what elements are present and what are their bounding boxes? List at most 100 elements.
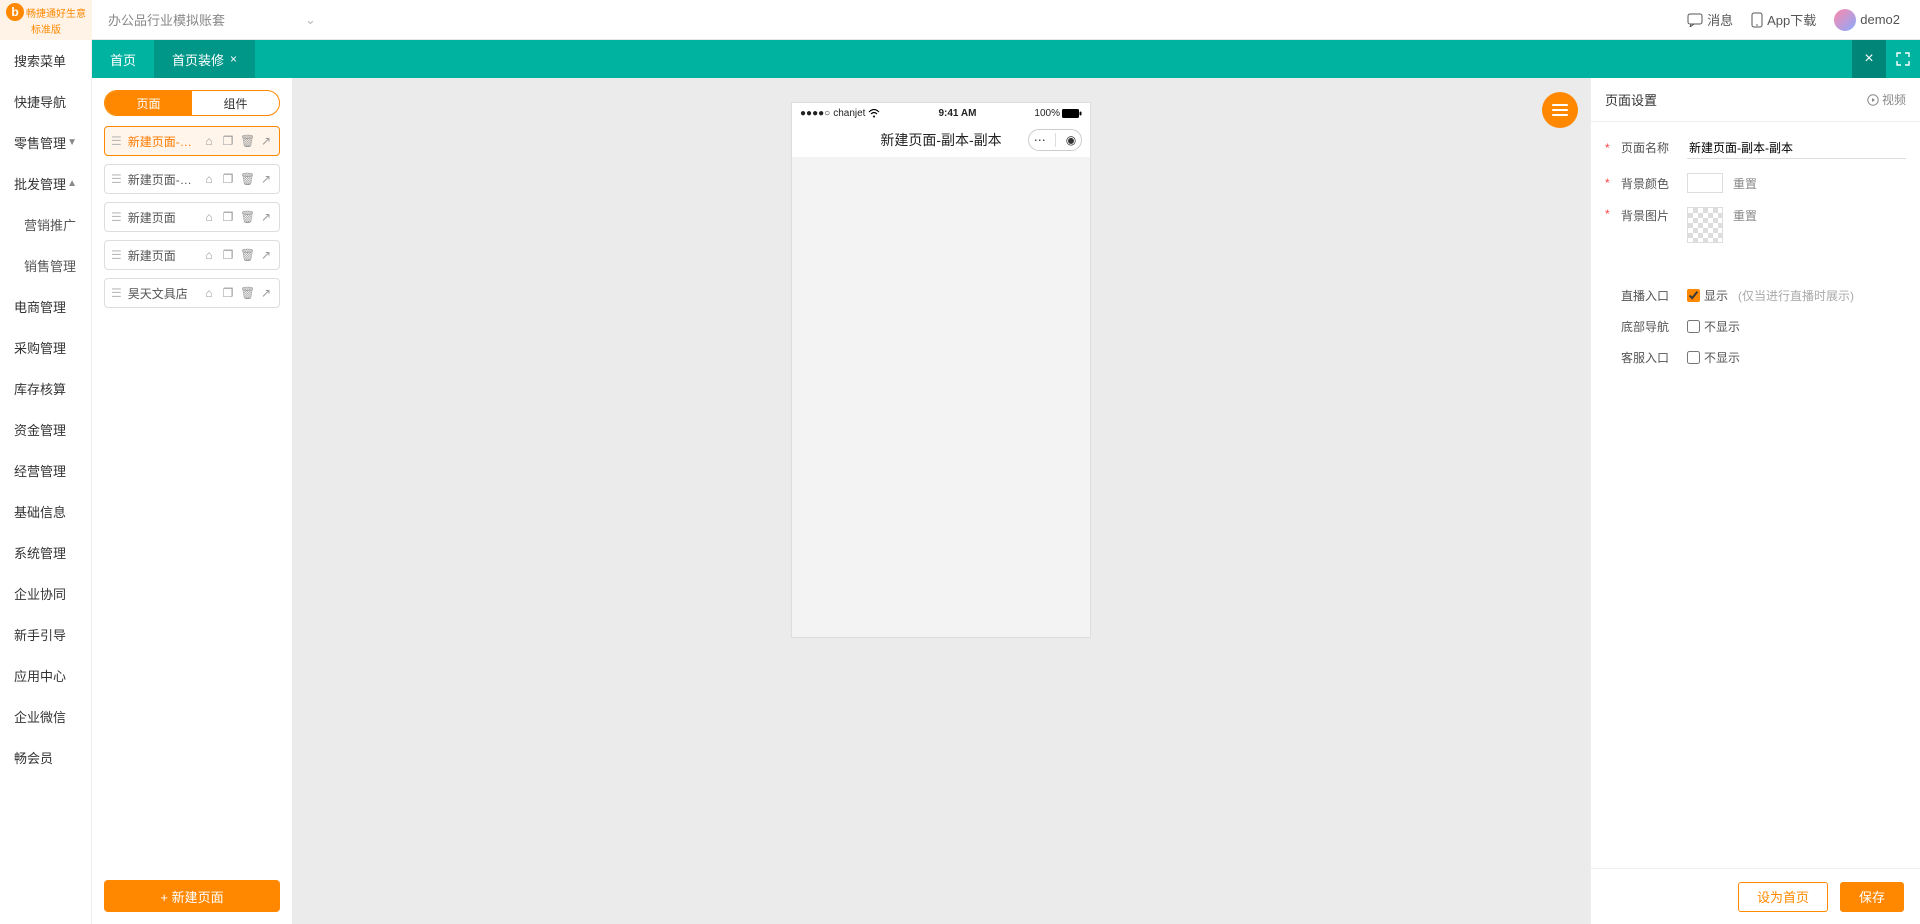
settings-panel: 页面设置 视频 * 页面名称 * 背景颜色 重置 * 背景图片 重 — [1590, 78, 1920, 924]
copy-icon[interactable]: ❐ — [221, 134, 235, 148]
tab-close-all[interactable]: × — [1852, 40, 1886, 78]
seg-tab-component[interactable]: 组件 — [192, 91, 279, 115]
copy-icon[interactable]: ❐ — [221, 286, 235, 300]
sidebar-item[interactable]: 搜索菜单 — [0, 40, 91, 81]
delete-icon[interactable]: 🗑 — [240, 286, 254, 300]
username: demo2 — [1860, 12, 1900, 27]
delete-icon[interactable]: 🗑 — [240, 210, 254, 224]
phone-title-bar: 新建页面-副本-副本 ⋯ ◉ — [792, 123, 1090, 157]
account-selector[interactable]: 办公品行业模拟账套 ⌄ — [108, 10, 316, 29]
sidebar-item[interactable]: 系统管理 — [0, 532, 91, 573]
sidebar-item[interactable]: 快捷导航 — [0, 81, 91, 122]
drag-icon[interactable]: ☰ — [111, 210, 122, 224]
sidebar-item[interactable]: 采购管理 — [0, 327, 91, 368]
share-icon[interactable]: ↗ — [259, 286, 273, 300]
tab[interactable]: 首页 — [92, 40, 154, 78]
sidebar-item[interactable]: 库存核算 — [0, 368, 91, 409]
copy-icon[interactable]: ❐ — [221, 172, 235, 186]
page-list-item[interactable]: ☰新建页面⌂❐🗑↗ — [104, 240, 280, 270]
reset-bg-color[interactable]: 重置 — [1733, 175, 1757, 192]
drag-icon[interactable]: ☰ — [111, 248, 122, 262]
account-selector-label: 办公品行业模拟账套 — [108, 10, 225, 29]
sidebar-item[interactable]: 经营管理 — [0, 450, 91, 491]
phone-body[interactable] — [792, 157, 1090, 637]
sidebar-item-label: 采购管理 — [14, 338, 66, 357]
delete-icon[interactable]: 🗑 — [240, 248, 254, 262]
sidebar-item[interactable]: 资金管理 — [0, 409, 91, 450]
caret-icon: ▲ — [67, 178, 77, 189]
copy-icon[interactable]: ❐ — [221, 210, 235, 224]
set-home-button[interactable]: 设为首页 — [1738, 882, 1828, 912]
bg-color-swatch[interactable] — [1687, 173, 1723, 193]
home-icon[interactable]: ⌂ — [202, 172, 216, 186]
label-bg-color: 背景颜色 — [1621, 175, 1677, 192]
miniapp-capsule[interactable]: ⋯ ◉ — [1028, 129, 1082, 151]
close-icon[interactable]: × — [230, 52, 237, 66]
sidebar-item[interactable]: 畅会员 — [0, 737, 91, 778]
sidebar-item[interactable]: 零售管理▼ — [0, 122, 91, 163]
sidebar-item-label: 系统管理 — [14, 543, 66, 562]
segment-tabs: 页面 组件 — [104, 90, 280, 116]
app-download-label: App下载 — [1767, 10, 1816, 29]
fullscreen-button[interactable] — [1886, 40, 1920, 78]
user-menu[interactable]: demo2 — [1834, 9, 1900, 31]
sidebar-item-label: 搜索菜单 — [14, 51, 66, 70]
delete-icon[interactable]: 🗑 — [240, 172, 254, 186]
video-link[interactable]: 视频 — [1867, 91, 1906, 108]
share-icon[interactable]: ↗ — [259, 248, 273, 262]
home-icon[interactable]: ⌂ — [202, 210, 216, 224]
logo-icon: b — [6, 3, 24, 21]
sidebar-item[interactable]: 营销推广 — [0, 204, 91, 245]
new-page-button[interactable]: + 新建页面 — [104, 880, 280, 912]
home-icon[interactable]: ⌂ — [202, 248, 216, 262]
share-icon[interactable]: ↗ — [259, 210, 273, 224]
share-icon[interactable]: ↗ — [259, 172, 273, 186]
phone-icon — [1751, 12, 1763, 28]
sidebar-item[interactable]: 批发管理▲ — [0, 163, 91, 204]
canvas: ●●●●○ chanjet 9:41 AM 100% 新建页面-副本-副本 ⋯ … — [292, 78, 1590, 924]
page-list-item[interactable]: ☰ 新建页面-副本... ⌂ ❐ 🗑 ↗ — [104, 126, 280, 156]
sidebar-item-label: 电商管理 — [14, 297, 66, 316]
reset-bg-image[interactable]: 重置 — [1733, 207, 1757, 224]
sidebar-item-label: 应用中心 — [14, 666, 66, 685]
messages-label: 消息 — [1707, 10, 1733, 29]
app-download-link[interactable]: App下载 — [1751, 10, 1816, 29]
bottom-nav-checkbox[interactable]: 不显示 — [1687, 318, 1740, 335]
page-name-input[interactable] — [1687, 136, 1906, 159]
seg-tab-page[interactable]: 页面 — [105, 91, 192, 115]
messages-link[interactable]: 消息 — [1687, 10, 1733, 29]
tab[interactable]: 首页装修× — [154, 40, 255, 78]
page-list-item[interactable]: ☰昊天文具店⌂❐🗑↗ — [104, 278, 280, 308]
sidebar-item[interactable]: 企业微信 — [0, 696, 91, 737]
sidebar-item[interactable]: 基础信息 — [0, 491, 91, 532]
home-icon[interactable]: ⌂ — [202, 286, 216, 300]
sidebar-item-label: 企业微信 — [14, 707, 66, 726]
sidebar-item-label: 批发管理 — [14, 174, 66, 193]
drag-icon[interactable]: ☰ — [111, 172, 122, 186]
delete-icon[interactable]: 🗑 — [240, 134, 254, 148]
save-button[interactable]: 保存 — [1840, 882, 1904, 912]
sidebar-item[interactable]: 新手引导 — [0, 614, 91, 655]
live-show-checkbox[interactable]: 显示 — [1687, 287, 1728, 304]
settings-body: * 页面名称 * 背景颜色 重置 * 背景图片 重置 * 直播入口 — [1591, 122, 1920, 380]
page-list-item[interactable]: ☰新建页面-副本⌂❐🗑↗ — [104, 164, 280, 194]
drag-icon[interactable]: ☰ — [111, 286, 122, 300]
copy-icon[interactable]: ❐ — [221, 248, 235, 262]
left-panel: 页面 组件 ☰新建页面-副本...⌂❐🗑↗☰新建页面-副本⌂❐🗑↗☰新建页面⌂❐… — [92, 78, 292, 924]
page-list-item[interactable]: ☰新建页面⌂❐🗑↗ — [104, 202, 280, 232]
home-icon[interactable]: ⌂ — [202, 134, 216, 148]
brand-logo[interactable]: b 畅捷通好生意 标准版 — [0, 0, 92, 40]
drag-icon[interactable]: ☰ — [111, 134, 122, 148]
bg-image-swatch[interactable] — [1687, 207, 1723, 243]
service-checkbox[interactable]: 不显示 — [1687, 349, 1740, 366]
sidebar-item[interactable]: 企业协同 — [0, 573, 91, 614]
share-icon[interactable]: ↗ — [259, 134, 273, 148]
sidebar-item[interactable]: 销售管理 — [0, 245, 91, 286]
sidebar-item[interactable]: 电商管理 — [0, 286, 91, 327]
settings-footer: 设为首页 保存 — [1591, 868, 1920, 924]
page-item-name: 新建页面-副本... — [128, 133, 196, 150]
tab-label: 首页 — [110, 50, 136, 69]
fab-menu[interactable] — [1542, 92, 1578, 128]
sidebar-item-label: 畅会员 — [14, 748, 53, 767]
sidebar-item[interactable]: 应用中心 — [0, 655, 91, 696]
